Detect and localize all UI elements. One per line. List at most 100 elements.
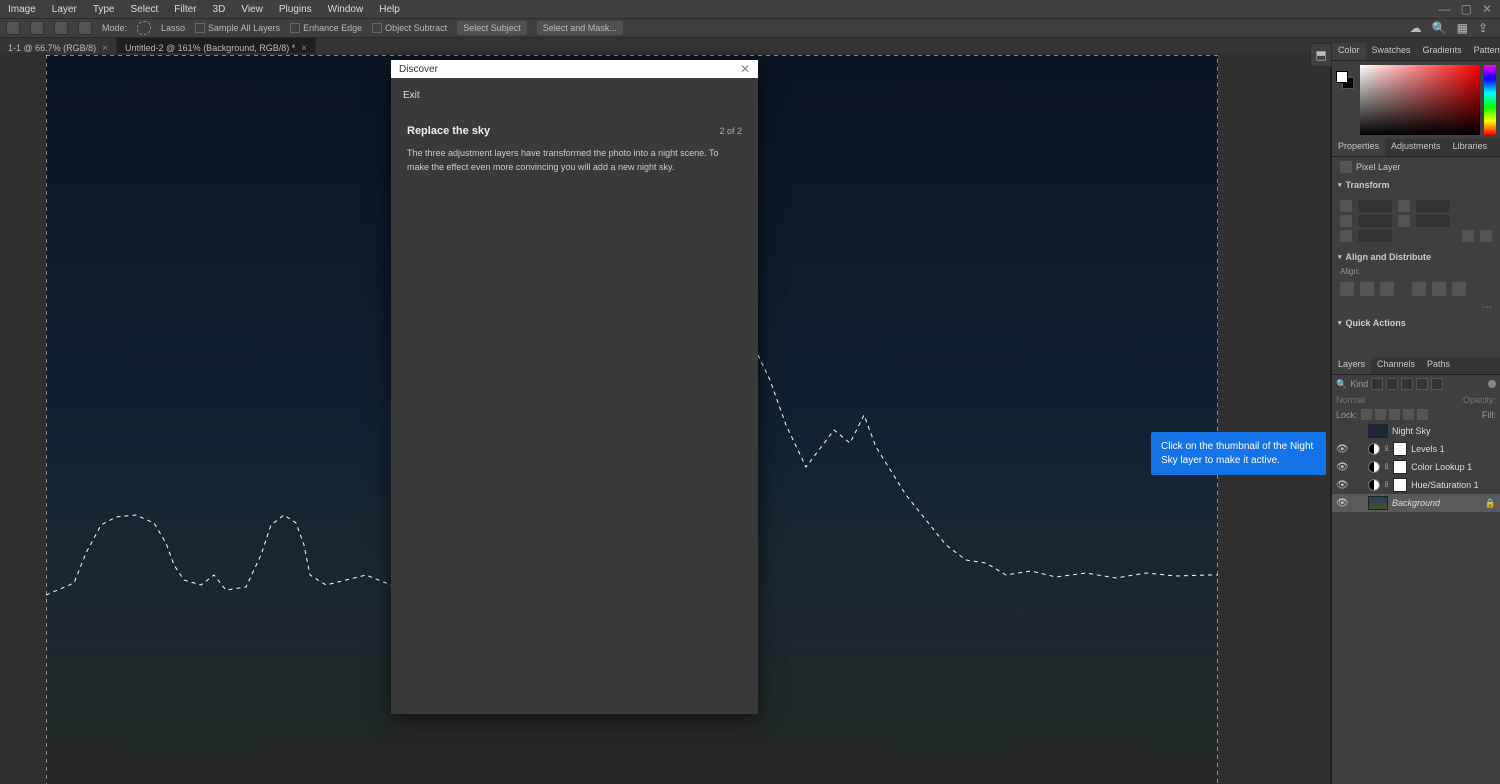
panel-tab-swatches[interactable]: Swatches: [1366, 43, 1417, 60]
align-section[interactable]: Align and Distribute: [1332, 249, 1500, 265]
layer-name[interactable]: Night Sky: [1392, 426, 1431, 436]
fill-label[interactable]: Fill:: [1482, 410, 1496, 420]
menu-image[interactable]: Image: [6, 2, 38, 17]
fg-bg-swatches[interactable]: [1336, 65, 1356, 135]
flip-h-icon[interactable]: [1462, 230, 1474, 242]
transform-section[interactable]: Transform: [1332, 177, 1500, 193]
hue-strip[interactable]: [1484, 65, 1496, 135]
panel-tab-properties[interactable]: Properties: [1332, 139, 1385, 156]
opacity-label[interactable]: Opacity:: [1463, 395, 1496, 405]
filter-adj-icon[interactable]: [1386, 378, 1398, 390]
layer-thumb[interactable]: [1368, 496, 1388, 510]
discover-exit[interactable]: Exit: [391, 78, 758, 113]
filter-shape-icon[interactable]: [1416, 378, 1428, 390]
lock-all-icon[interactable]: [1361, 409, 1372, 420]
layer-mask-thumb[interactable]: [1393, 442, 1407, 456]
align-buttons: [1332, 278, 1500, 300]
filter-pixel-icon[interactable]: [1371, 378, 1383, 390]
layer-name[interactable]: Levels 1: [1411, 444, 1445, 454]
object-subtract-option[interactable]: Object Subtract: [372, 23, 447, 34]
share-icon[interactable]: ⇪: [1478, 21, 1488, 35]
rotate-input[interactable]: [1358, 230, 1392, 242]
cloud-icon[interactable]: ☁: [1410, 21, 1422, 35]
panel-tab-adjustments[interactable]: Adjustments: [1385, 139, 1447, 156]
visibility-icon[interactable]: 👁: [1336, 462, 1348, 473]
menu-layer[interactable]: Layer: [50, 2, 79, 17]
filter-toggle-icon[interactable]: [1488, 380, 1496, 388]
pixel-layer-icon: [1340, 161, 1352, 173]
align-left-icon[interactable]: [1340, 282, 1354, 296]
menu-3d[interactable]: 3D: [211, 2, 228, 17]
layer-mask-thumb[interactable]: [1393, 478, 1407, 492]
width-input[interactable]: [1358, 200, 1392, 212]
layer-row[interactable]: 👁𝟾Color Lookup 1: [1332, 458, 1500, 476]
align-bottom-icon[interactable]: [1452, 282, 1466, 296]
menu-select[interactable]: Select: [129, 2, 161, 17]
sample-all-option[interactable]: Sample All Layers: [195, 23, 280, 34]
layer-row[interactable]: Night Sky: [1332, 422, 1500, 440]
visibility-icon[interactable]: 👁: [1336, 498, 1348, 509]
panel-tab-libraries[interactable]: Libraries: [1447, 139, 1494, 156]
align-top-icon[interactable]: [1412, 282, 1426, 296]
flip-v-icon[interactable]: [1480, 230, 1492, 242]
collapsed-panel-icon[interactable]: ⬒: [1310, 43, 1332, 67]
subtract-selection-icon[interactable]: [78, 21, 92, 35]
add-selection-icon[interactable]: [54, 21, 68, 35]
tool-name[interactable]: Lasso: [161, 23, 185, 33]
select-subject-button[interactable]: Select Subject: [457, 21, 527, 35]
maximize-icon[interactable]: ▢: [1461, 2, 1472, 16]
close-tab-icon[interactable]: ×: [301, 43, 307, 54]
visibility-icon[interactable]: 👁: [1336, 444, 1348, 455]
layer-thumb[interactable]: [1368, 424, 1388, 438]
panel-tab-paths[interactable]: Paths: [1421, 357, 1456, 374]
workspace-icon[interactable]: ▦: [1457, 21, 1468, 35]
align-hcenter-icon[interactable]: [1360, 282, 1374, 296]
layer-name[interactable]: Background: [1392, 498, 1440, 508]
menu-window[interactable]: Window: [326, 2, 366, 17]
panel-tab-color[interactable]: Color: [1332, 43, 1366, 60]
lock-position-icon[interactable]: [1375, 409, 1386, 420]
menu-plugins[interactable]: Plugins: [277, 2, 314, 17]
height-input[interactable]: [1358, 215, 1392, 227]
layer-row[interactable]: 👁 Background 🔒: [1332, 494, 1500, 512]
foreground-swatch[interactable]: [1336, 71, 1348, 83]
layer-row[interactable]: 👁𝟾Hue/Saturation 1: [1332, 476, 1500, 494]
minimize-icon[interactable]: —: [1439, 2, 1451, 16]
close-icon[interactable]: ✕: [1482, 2, 1492, 16]
menu-help[interactable]: Help: [377, 2, 402, 17]
align-right-icon[interactable]: [1380, 282, 1394, 296]
new-selection-icon[interactable]: [30, 21, 44, 35]
panel-tab-channels[interactable]: Channels: [1371, 357, 1421, 374]
close-tab-icon[interactable]: ×: [102, 43, 108, 54]
y-input[interactable]: [1416, 215, 1450, 227]
blend-mode[interactable]: Normal: [1336, 395, 1365, 405]
layer-mask-thumb[interactable]: [1393, 460, 1407, 474]
select-and-mask-button[interactable]: Select and Mask...: [537, 21, 623, 35]
tool-preset-icon[interactable]: [6, 21, 20, 35]
menu-view[interactable]: View: [239, 2, 265, 17]
panel-tab-layers[interactable]: Layers: [1332, 357, 1371, 374]
menu-type[interactable]: Type: [91, 2, 117, 17]
filter-smart-icon[interactable]: [1431, 378, 1443, 390]
menu-filter[interactable]: Filter: [172, 2, 198, 17]
quick-actions-section[interactable]: Quick Actions: [1332, 315, 1500, 331]
filter-type-icon[interactable]: [1401, 378, 1413, 390]
align-vcenter-icon[interactable]: [1432, 282, 1446, 296]
close-icon[interactable]: ✕: [740, 62, 750, 76]
visibility-icon[interactable]: 👁: [1336, 480, 1348, 491]
lock-pixels-icon[interactable]: [1389, 409, 1400, 420]
color-picker[interactable]: [1360, 65, 1480, 135]
panel-tab-patterns[interactable]: Patterns: [1468, 43, 1500, 60]
search-icon[interactable]: 🔍: [1432, 21, 1447, 35]
panel-tab-gradients[interactable]: Gradients: [1417, 43, 1468, 60]
x-input[interactable]: [1416, 200, 1450, 212]
lock-artboard-icon[interactable]: [1403, 409, 1414, 420]
lock-icon[interactable]: 🔒: [1485, 498, 1496, 509]
lock-transparent-icon[interactable]: [1417, 409, 1428, 420]
layer-name[interactable]: Color Lookup 1: [1411, 462, 1472, 472]
enhance-edge-option[interactable]: Enhance Edge: [290, 23, 362, 34]
filter-kind[interactable]: Kind: [1350, 379, 1368, 389]
align-more-icon[interactable]: ⋯: [1332, 300, 1500, 315]
layer-name[interactable]: Hue/Saturation 1: [1411, 480, 1479, 490]
layer-row[interactable]: 👁𝟾Levels 1: [1332, 440, 1500, 458]
